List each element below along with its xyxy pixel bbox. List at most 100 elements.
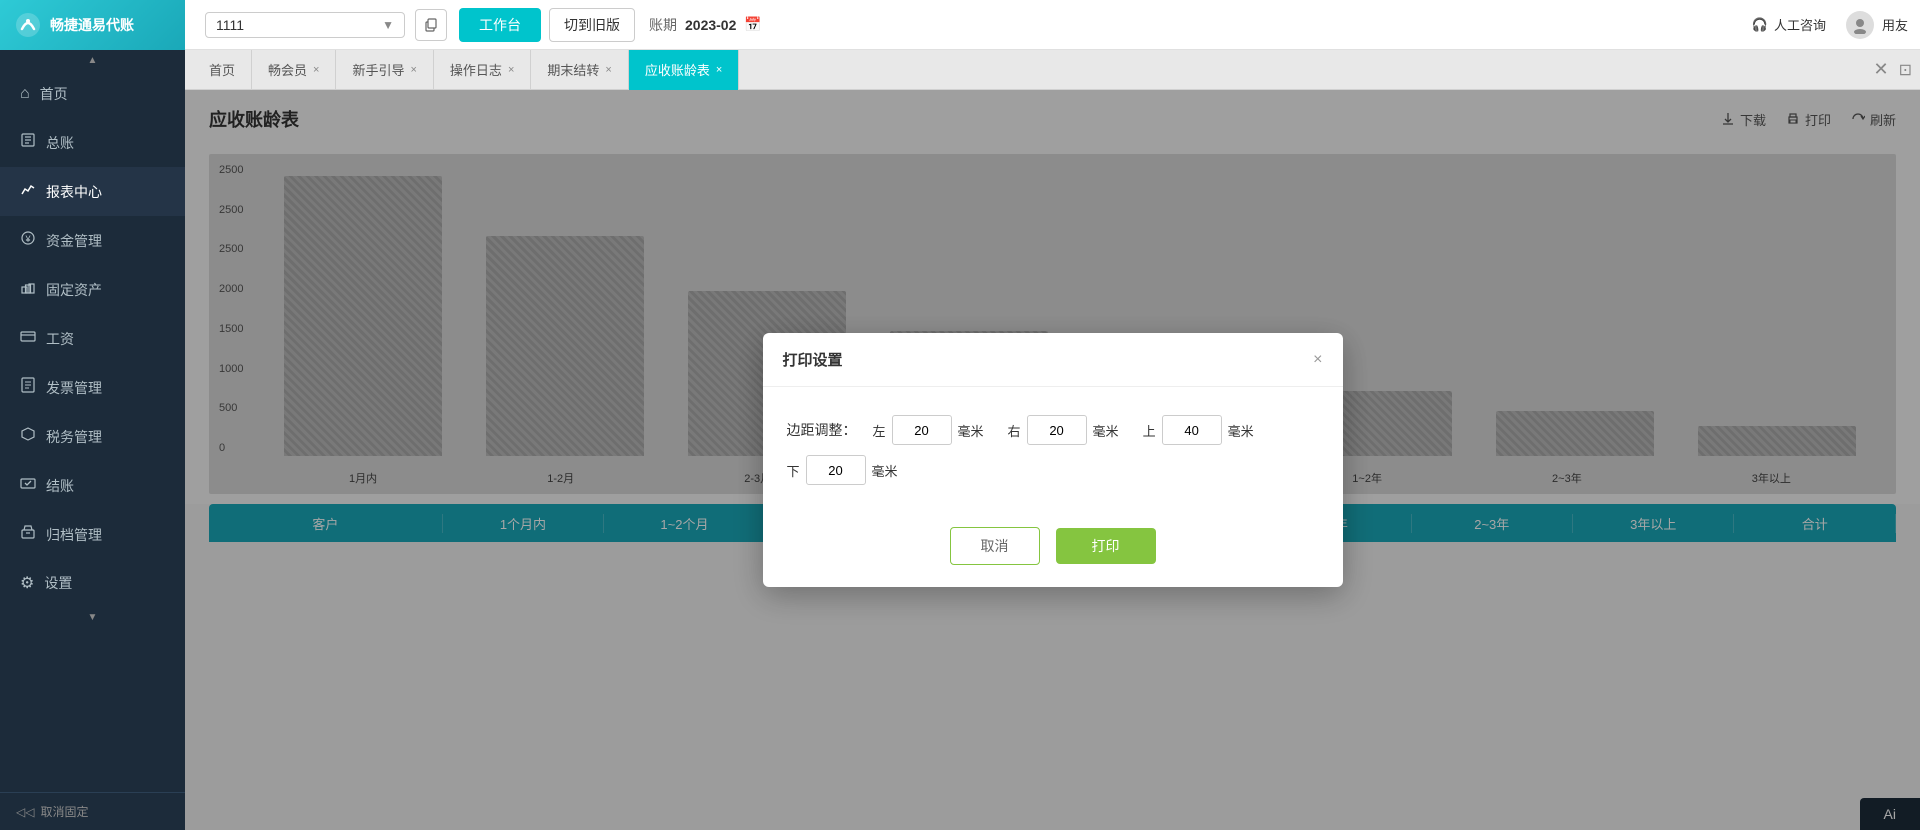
tab-member[interactable]: 畅会员 × xyxy=(252,50,336,90)
sidebar-item-reports[interactable]: 报表中心 xyxy=(0,167,185,216)
sidebar-item-tax[interactable]: 税务管理 xyxy=(0,412,185,461)
sidebar-item-ledger[interactable]: 总账 xyxy=(0,118,185,167)
margin-left-label: 左 xyxy=(873,421,886,440)
margin-top-unit: 毫米 xyxy=(1228,421,1254,440)
logo-icon xyxy=(14,11,42,39)
margin-right-unit: 毫米 xyxy=(1093,421,1119,440)
sidebar-collapse-button[interactable]: ◁◁ 取消固定 xyxy=(0,792,185,830)
margin-top-group: 上 毫米 xyxy=(1143,415,1254,445)
tabs-bar: 首页 畅会员 × 新手引导 × 操作日志 × 期末结转 × 应收账龄表 × xyxy=(185,50,1920,90)
user-label: 用友 xyxy=(1882,15,1908,34)
margin-left-input[interactable] xyxy=(892,415,952,445)
sidebar-scroll-up[interactable]: ▲ xyxy=(0,50,185,70)
home-icon: ⌂ xyxy=(20,85,30,103)
sidebar-item-label: 固定资产 xyxy=(46,280,102,300)
settings-icon: ⚙ xyxy=(20,573,34,593)
sidebar-item-home[interactable]: ⌂ 首页 xyxy=(0,70,185,118)
archive-icon xyxy=(20,524,36,545)
margin-bottom-input[interactable] xyxy=(806,455,866,485)
logo-text: 畅捷通易代账 xyxy=(50,15,134,35)
print-dialog-overlay: 打印设置 × 边距调整： 左 毫米 右 xyxy=(185,90,1920,830)
copy-button[interactable] xyxy=(415,9,447,41)
assets-icon xyxy=(20,279,36,300)
margin-left-group: 左 毫米 xyxy=(873,415,984,445)
page-inner: 应收账龄表 下载 打印 刷新 xyxy=(185,90,1920,830)
maximize-button[interactable]: ⊡ xyxy=(1899,60,1912,80)
sidebar-item-settings[interactable]: ⚙ 设置 xyxy=(0,559,185,607)
tab-ar-aging-label: 应收账龄表 xyxy=(645,60,710,79)
sidebar-item-label: 结账 xyxy=(46,476,74,496)
sidebar-item-label: 总账 xyxy=(46,133,74,153)
margin-right-input[interactable] xyxy=(1027,415,1087,445)
close-window-button[interactable]: ✕ xyxy=(1874,59,1889,80)
period-label: 账期 xyxy=(649,15,677,35)
ledger-icon xyxy=(20,132,36,153)
cancel-button[interactable]: 取消 xyxy=(950,527,1040,565)
calendar-icon[interactable]: 📅 xyxy=(744,16,761,33)
margin-top-input[interactable] xyxy=(1162,415,1222,445)
tab-guide-close[interactable]: × xyxy=(410,64,416,76)
tab-period-end-label: 期末结转 xyxy=(547,60,599,79)
reports-icon xyxy=(20,181,36,202)
tab-ar-aging[interactable]: 应收账龄表 × xyxy=(629,50,739,90)
sidebar-item-label: 工资 xyxy=(46,329,74,349)
sidebar-item-assets[interactable]: 固定资产 xyxy=(0,265,185,314)
tab-period-end-close[interactable]: × xyxy=(605,64,611,76)
sidebar-scroll-down[interactable]: ▼ xyxy=(0,607,185,627)
tab-oplog-label: 操作日志 xyxy=(450,60,502,79)
content-area: 首页 畅会员 × 新手引导 × 操作日志 × 期末结转 × 应收账龄表 × xyxy=(185,50,1920,830)
margin-top-label: 上 xyxy=(1143,421,1156,440)
sidebar-item-label: 设置 xyxy=(44,573,72,593)
period-area: 账期 2023-02 📅 xyxy=(649,15,762,35)
tab-guide-label: 新手引导 xyxy=(352,60,404,79)
sidebar-item-label: 发票管理 xyxy=(46,378,102,398)
tab-guide[interactable]: 新手引导 × xyxy=(336,50,433,90)
company-name: 1111 xyxy=(216,17,376,33)
margin-right-label: 右 xyxy=(1008,421,1021,440)
sidebar-item-label: 资金管理 xyxy=(46,231,102,251)
sidebar-item-label: 归档管理 xyxy=(46,525,102,545)
switch-old-button[interactable]: 切到旧版 xyxy=(549,8,635,42)
tax-icon xyxy=(20,426,36,447)
top-header: 畅捷通易代账 1111 ▼ 工作台 切到旧版 账期 2023-02 📅 🎧 人工… xyxy=(0,0,1920,50)
sidebar-item-funds[interactable]: ¥ 资金管理 xyxy=(0,216,185,265)
margin-right-group: 右 毫米 xyxy=(1008,415,1119,445)
checkout-icon xyxy=(20,475,36,496)
funds-icon: ¥ xyxy=(20,230,36,251)
dialog-footer: 取消 打印 xyxy=(763,513,1343,587)
period-value: 2023-02 xyxy=(685,17,736,33)
print-settings-dialog: 打印设置 × 边距调整： 左 毫米 右 xyxy=(763,333,1343,587)
print-confirm-button[interactable]: 打印 xyxy=(1056,528,1156,564)
workbench-button[interactable]: 工作台 xyxy=(459,8,541,42)
dialog-header: 打印设置 × xyxy=(763,333,1343,387)
margin-bottom-unit: 毫米 xyxy=(872,461,898,480)
tab-member-close[interactable]: × xyxy=(313,64,319,76)
tab-member-label: 畅会员 xyxy=(268,60,307,79)
service-button[interactable]: 🎧 人工咨询 xyxy=(1752,15,1826,34)
invoice-icon xyxy=(20,377,36,398)
company-selector[interactable]: 1111 ▼ xyxy=(205,12,405,38)
avatar xyxy=(1846,11,1874,39)
salary-icon xyxy=(20,328,36,349)
margin-adjust-label: 边距调整： xyxy=(787,420,857,440)
chevron-down-icon: ▼ xyxy=(382,18,394,32)
tab-ar-aging-close[interactable]: × xyxy=(716,64,722,76)
user-area[interactable]: 用友 xyxy=(1846,11,1908,39)
sidebar-item-label: 首页 xyxy=(40,84,68,104)
tab-oplog[interactable]: 操作日志 × xyxy=(434,50,531,90)
logo-area: 畅捷通易代账 xyxy=(0,0,185,50)
sidebar-item-invoice[interactable]: 发票管理 xyxy=(0,363,185,412)
sidebar-item-archive[interactable]: 归档管理 xyxy=(0,510,185,559)
tab-home[interactable]: 首页 xyxy=(193,50,252,90)
copy-icon xyxy=(423,17,439,33)
header-right: 🎧 人工咨询 用友 xyxy=(1752,11,1908,39)
tab-oplog-close[interactable]: × xyxy=(508,64,514,76)
sidebar-item-checkout[interactable]: 结账 xyxy=(0,461,185,510)
dialog-close-button[interactable]: × xyxy=(1313,351,1322,369)
headset-icon: 🎧 xyxy=(1752,17,1768,33)
pin-icon: ◁◁ xyxy=(16,805,34,819)
tabs-right: ✕ ⊡ xyxy=(1874,59,1913,80)
tab-period-end[interactable]: 期末结转 × xyxy=(531,50,628,90)
sidebar-item-salary[interactable]: 工资 xyxy=(0,314,185,363)
margin-left-unit: 毫米 xyxy=(958,421,984,440)
